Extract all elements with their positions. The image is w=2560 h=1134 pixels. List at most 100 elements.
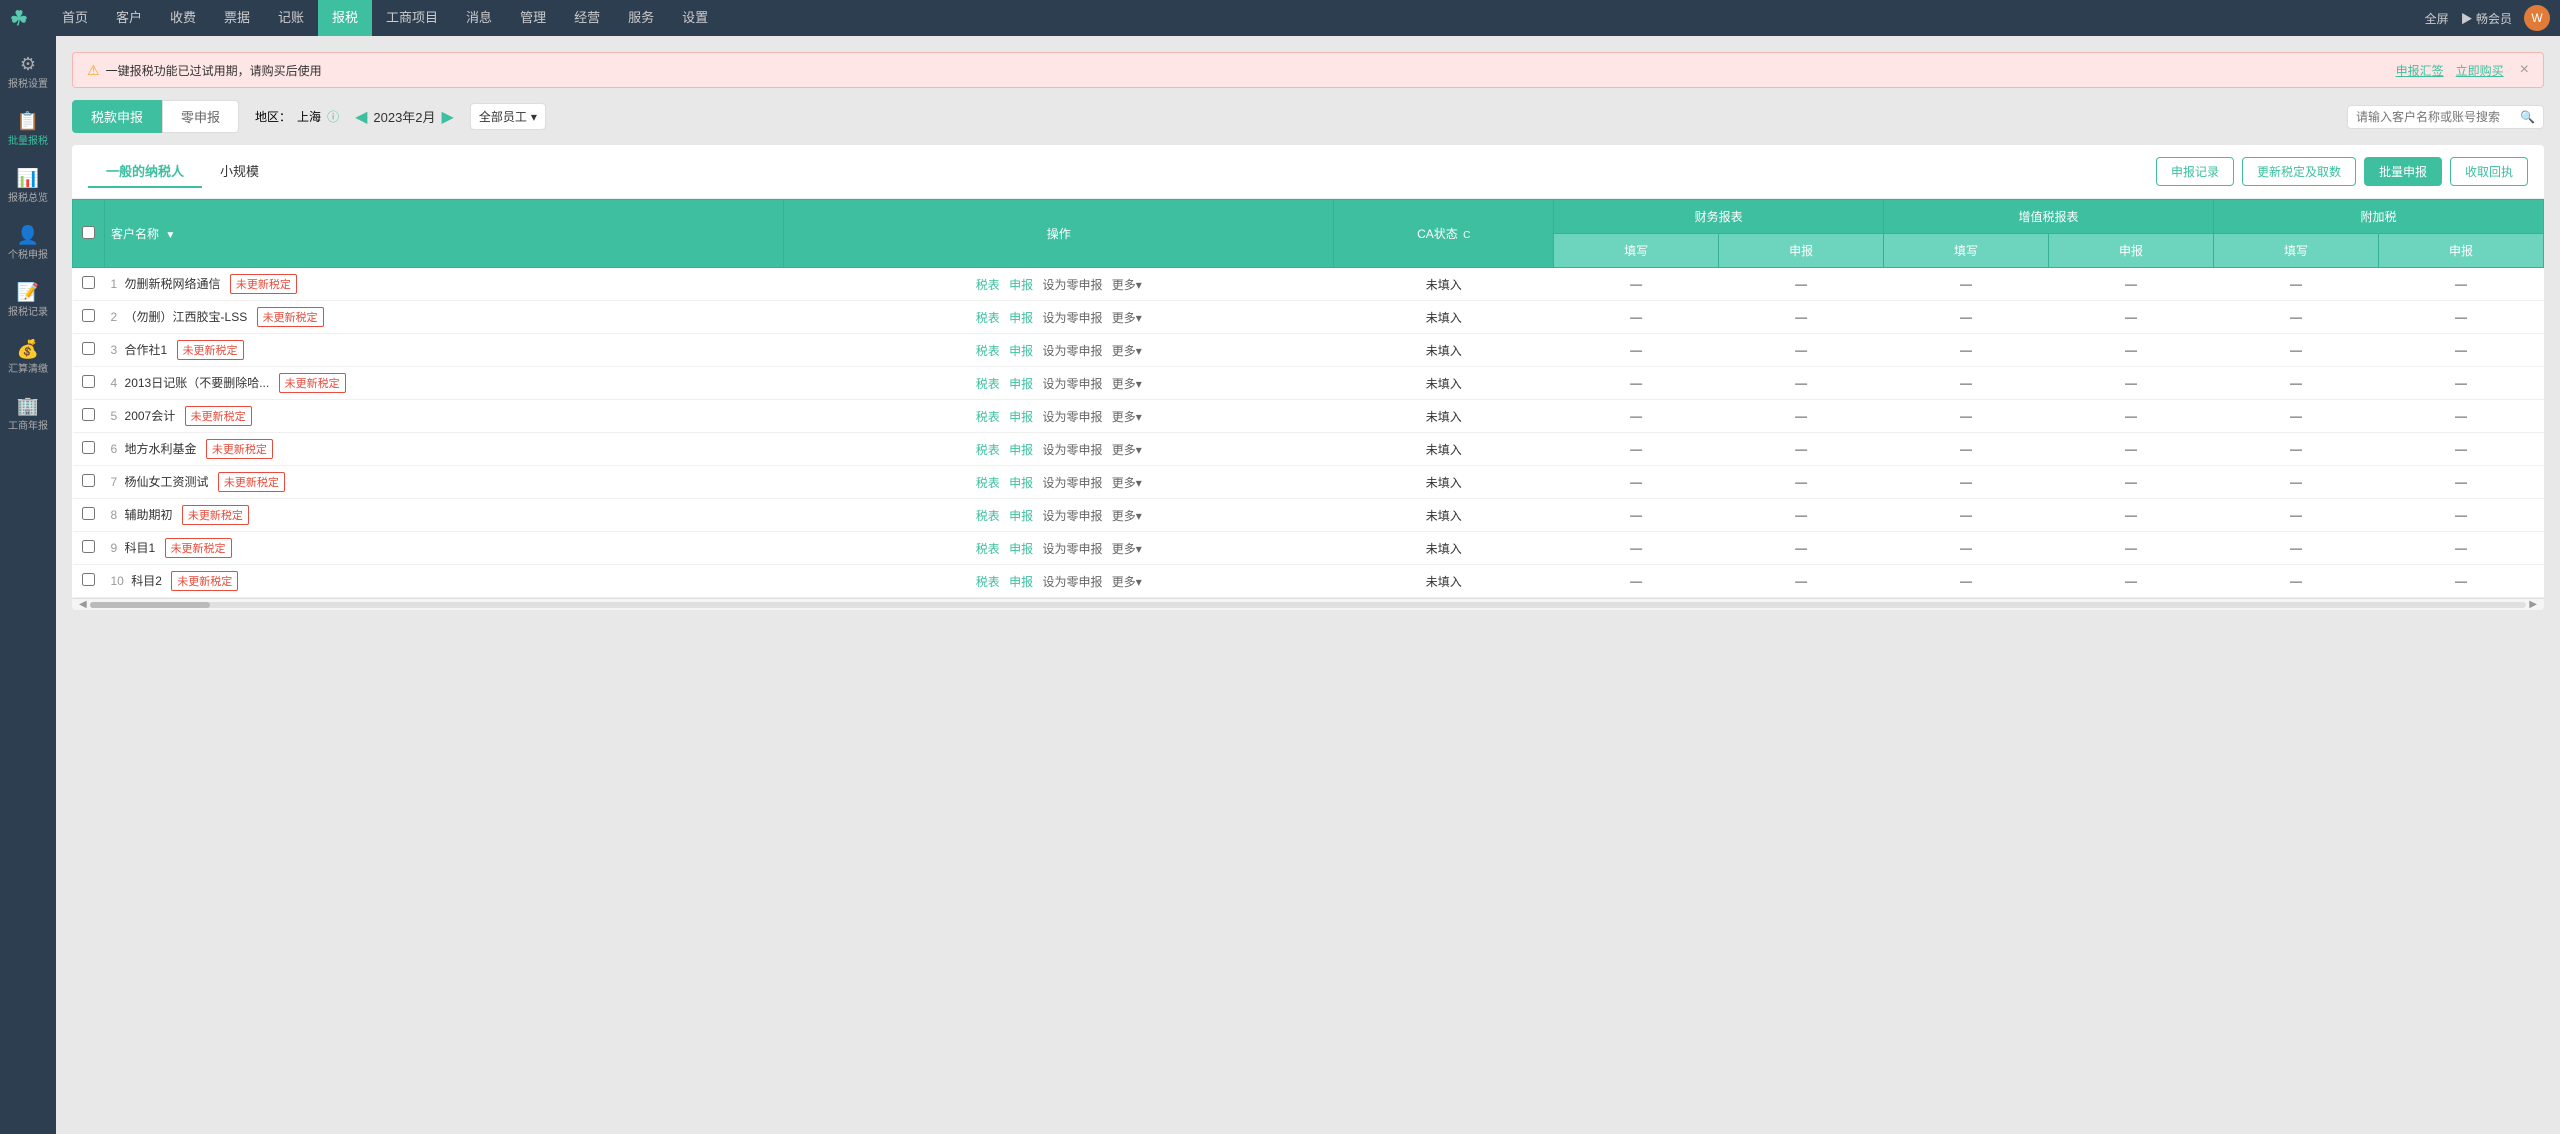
upgrade-btn[interactable]: ▶ 畅会员 [2461, 10, 2512, 27]
nav-home[interactable]: 首页 [48, 0, 102, 36]
action-zero-8[interactable]: 设为零申报 [1042, 542, 1102, 556]
nav-operation[interactable]: 经营 [560, 0, 614, 36]
customer-name-0: 1 勿删新税网络通信 未更新税定 [105, 268, 784, 301]
row-checkbox-0[interactable] [82, 276, 95, 289]
content-area: ⚠ 一键报税功能已过试用期，请购买后使用 申报汇签 立即购买 × 税款申报 零申… [56, 36, 2560, 1134]
staff-select[interactable]: 全部员工 ▾ [470, 103, 546, 130]
row-checkbox-7[interactable] [82, 507, 95, 520]
action-declare-2[interactable]: 申报 [1009, 344, 1033, 358]
retrieve-btn[interactable]: 收取回执 [2450, 157, 2528, 186]
sidebar-item-personal-tax[interactable]: 👤 个税申报 [0, 215, 56, 272]
action-tax-4[interactable]: 税表 [976, 410, 1000, 424]
action-tax-1[interactable]: 税表 [976, 311, 1000, 325]
declare-record-btn[interactable]: 申报记录 [2156, 157, 2234, 186]
action-more-7[interactable]: 更多▾ [1112, 509, 1142, 523]
action-zero-2[interactable]: 设为零申报 [1042, 344, 1102, 358]
nav-business[interactable]: 工商项目 [372, 0, 452, 36]
action-tax-9[interactable]: 税表 [976, 575, 1000, 589]
sidebar-item-settlement[interactable]: 💰 汇算清缴 [0, 329, 56, 386]
nav-billing[interactable]: 收费 [156, 0, 210, 36]
scroll-thumb[interactable] [90, 602, 210, 608]
notice-close-btn[interactable]: × [2520, 61, 2529, 79]
notice-link-declare[interactable]: 申报汇签 [2396, 62, 2444, 79]
sidebar-item-tax-record[interactable]: 📝 报税记录 [0, 272, 56, 329]
action-more-3[interactable]: 更多▾ [1112, 377, 1142, 391]
sort-icon[interactable]: ▼ [165, 230, 175, 241]
action-tax-6[interactable]: 税表 [976, 476, 1000, 490]
action-declare-4[interactable]: 申报 [1009, 410, 1033, 424]
action-more-6[interactable]: 更多▾ [1112, 476, 1142, 490]
select-all-checkbox[interactable] [82, 226, 95, 239]
fullscreen-btn[interactable]: 全屏 [2425, 10, 2449, 27]
top-nav: ☘ 首页 客户 收费 票据 记账 报税 工商项目 消息 管理 经营 服务 设置 … [0, 0, 2560, 36]
next-date-btn[interactable]: ▶ [442, 107, 454, 127]
tab-tax-declare[interactable]: 税款申报 [72, 100, 162, 133]
row-checkbox-8[interactable] [82, 540, 95, 553]
nav-message[interactable]: 消息 [452, 0, 506, 36]
action-declare-0[interactable]: 申报 [1009, 278, 1033, 292]
row-checkbox-3[interactable] [82, 375, 95, 388]
scroll-track[interactable] [90, 602, 2527, 608]
action-declare-1[interactable]: 申报 [1009, 311, 1033, 325]
action-tax-5[interactable]: 税表 [976, 443, 1000, 457]
nav-service[interactable]: 服务 [614, 0, 668, 36]
action-tax-2[interactable]: 税表 [976, 344, 1000, 358]
tab-zero-declare[interactable]: 零申报 [162, 100, 239, 133]
action-zero-0[interactable]: 设为零申报 [1042, 278, 1102, 292]
action-declare-6[interactable]: 申报 [1009, 476, 1033, 490]
notice-link-buy[interactable]: 立即购买 [2456, 62, 2504, 79]
action-more-4[interactable]: 更多▾ [1112, 410, 1142, 424]
type-tab-general[interactable]: 一般的纳税人 [88, 155, 202, 188]
prev-date-btn[interactable]: ◀ [355, 107, 367, 127]
action-tax-0[interactable]: 税表 [976, 278, 1000, 292]
sidebar-item-batch-tax[interactable]: 📋 批量报税 [0, 101, 56, 158]
row-checkbox-2[interactable] [82, 342, 95, 355]
sidebar-item-annual-report[interactable]: 🏢 工商年报 [0, 386, 56, 443]
action-more-1[interactable]: 更多▾ [1112, 311, 1142, 325]
avatar[interactable]: W [2524, 5, 2550, 31]
action-zero-7[interactable]: 设为零申报 [1042, 509, 1102, 523]
nav-invoice[interactable]: 票据 [210, 0, 264, 36]
nav-customer[interactable]: 客户 [102, 0, 156, 36]
action-zero-6[interactable]: 设为零申报 [1042, 476, 1102, 490]
sidebar-item-tax-settings[interactable]: ⚙ 报税设置 [0, 44, 56, 101]
action-declare-7[interactable]: 申报 [1009, 509, 1033, 523]
action-declare-9[interactable]: 申报 [1009, 575, 1033, 589]
row-checkbox-5[interactable] [82, 441, 95, 454]
action-zero-4[interactable]: 设为零申报 [1042, 410, 1102, 424]
region-info-icon[interactable]: ⓘ [327, 108, 339, 125]
action-zero-1[interactable]: 设为零申报 [1042, 311, 1102, 325]
action-declare-3[interactable]: 申报 [1009, 377, 1033, 391]
action-declare-5[interactable]: 申报 [1009, 443, 1033, 457]
action-declare-8[interactable]: 申报 [1009, 542, 1033, 556]
action-more-0[interactable]: 更多▾ [1112, 278, 1142, 292]
action-tax-8[interactable]: 税表 [976, 542, 1000, 556]
nav-accounting[interactable]: 记账 [264, 0, 318, 36]
action-tax-3[interactable]: 税表 [976, 377, 1000, 391]
search-icon[interactable]: 🔍 [2520, 110, 2535, 124]
sidebar-item-tax-overview[interactable]: 📊 报税总览 [0, 158, 56, 215]
action-more-5[interactable]: 更多▾ [1112, 443, 1142, 457]
action-zero-9[interactable]: 设为零申报 [1042, 575, 1102, 589]
added-fill-2: — [2213, 334, 2378, 367]
action-zero-3[interactable]: 设为零申报 [1042, 377, 1102, 391]
row-checkbox-6[interactable] [82, 474, 95, 487]
type-tab-small[interactable]: 小规模 [202, 155, 277, 188]
action-zero-5[interactable]: 设为零申报 [1042, 443, 1102, 457]
update-btn[interactable]: 更新税定及取数 [2242, 157, 2356, 186]
search-input[interactable] [2356, 110, 2516, 124]
action-tax-7[interactable]: 税表 [976, 509, 1000, 523]
row-checkbox-4[interactable] [82, 408, 95, 421]
nav-settings[interactable]: 设置 [668, 0, 722, 36]
tax-fill-7: — [1884, 499, 2049, 532]
batch-declare-btn[interactable]: 批量申报 [2364, 157, 2442, 186]
nav-manage[interactable]: 管理 [506, 0, 560, 36]
row-checkbox-1[interactable] [82, 309, 95, 322]
scroll-right-btn[interactable]: ▶ [2526, 599, 2540, 610]
action-more-8[interactable]: 更多▾ [1112, 542, 1142, 556]
scroll-left-btn[interactable]: ◀ [76, 599, 90, 610]
action-more-9[interactable]: 更多▾ [1112, 575, 1142, 589]
row-checkbox-9[interactable] [82, 573, 95, 586]
action-more-2[interactable]: 更多▾ [1112, 344, 1142, 358]
nav-tax[interactable]: 报税 [318, 0, 372, 36]
